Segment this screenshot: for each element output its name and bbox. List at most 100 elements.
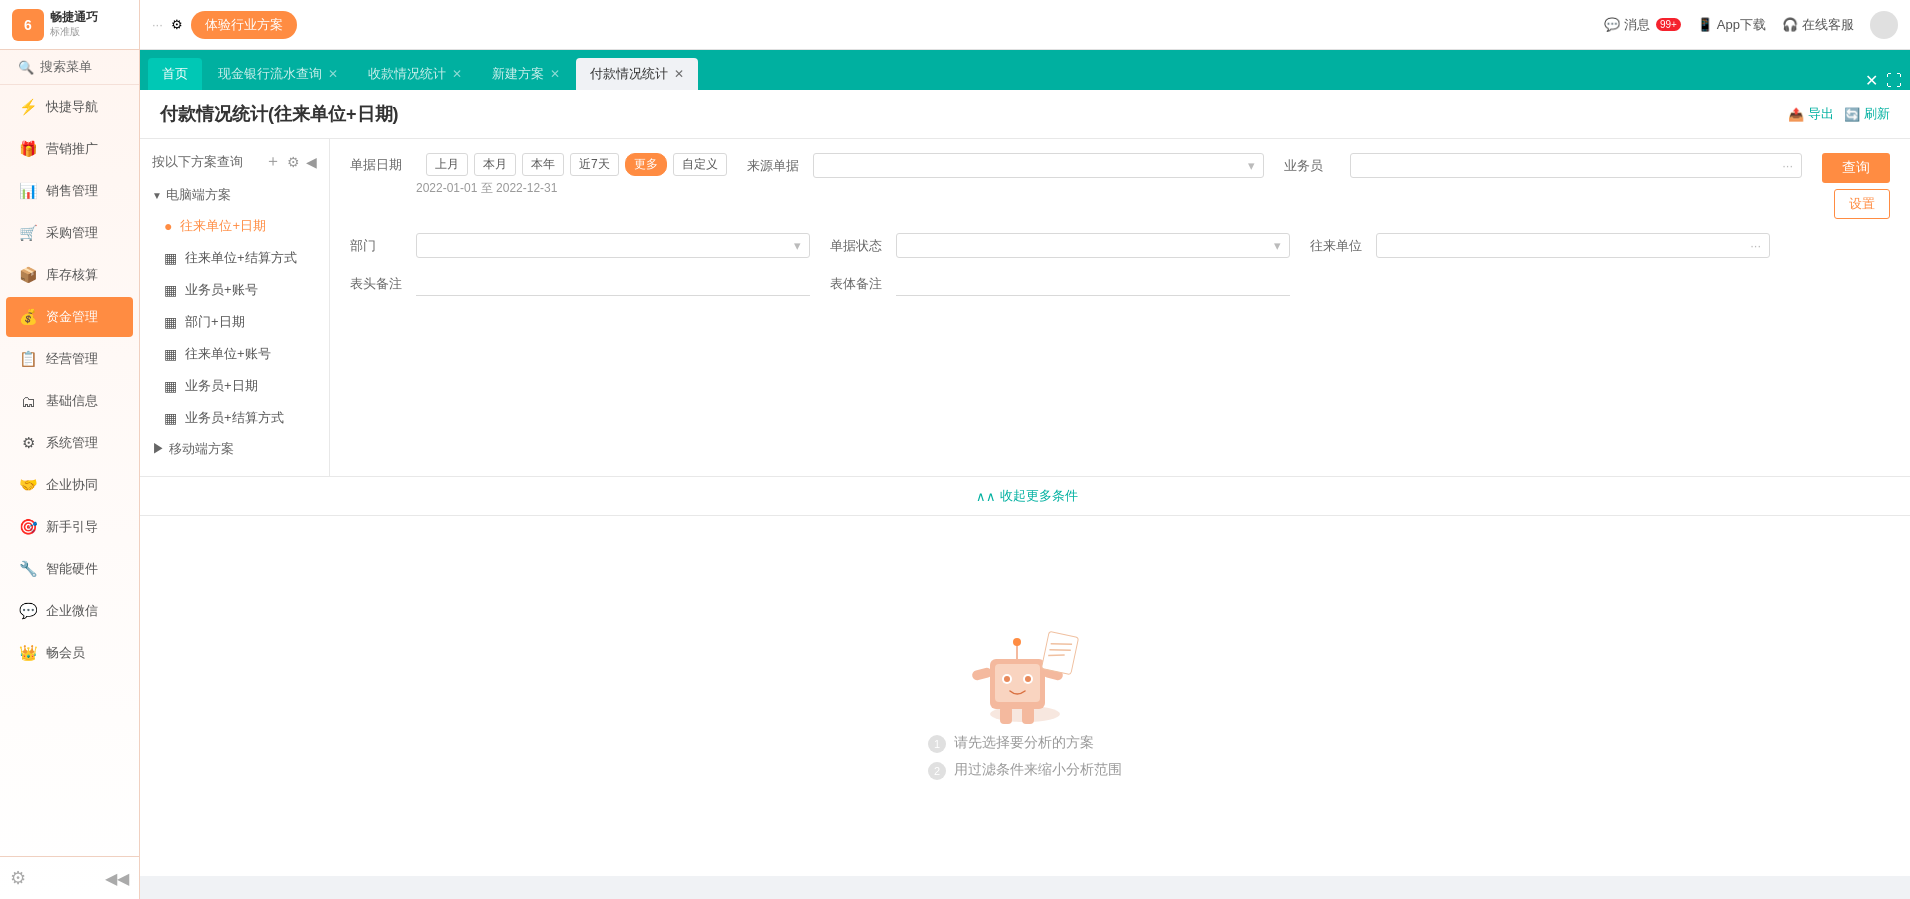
add-scheme-btn[interactable]: ＋ [265,151,281,172]
filter-actions: 查询 设置 [1822,153,1890,219]
table-body-note-input[interactable] [896,272,1290,296]
sidebar-item-inventory[interactable]: 📦库存核算 [6,255,133,295]
sidebar-item-hardware[interactable]: 🔧智能硬件 [6,549,133,589]
bill-status-select[interactable]: ▾ [896,233,1290,258]
svg-rect-11 [1000,706,1012,724]
close-all-tab-btn[interactable]: ✕ [1865,71,1878,90]
scheme-item-staff-date[interactable]: ▦业务员+日期 [140,370,329,402]
collapse-bar[interactable]: ∧∧ 收起更多条件 [140,477,1910,516]
dept-select[interactable]: ▾ [416,233,810,258]
last-month-btn[interactable]: 上月 [426,153,468,176]
sidebar-label-purchase: 采购管理 [46,224,98,242]
this-month-btn[interactable]: 本月 [474,153,516,176]
tab-home[interactable]: 首页 [148,58,202,90]
sidebar-icon-quick-nav: ⚡ [18,97,38,117]
sidebar-icon-enterprise: 🤝 [18,475,38,495]
custom-btn[interactable]: 自定义 [673,153,727,176]
logo-sub: 标准版 [50,25,98,39]
last7days-btn[interactable]: 近7天 [570,153,619,176]
scheme-item-unit-date[interactable]: ●往来单位+日期 [140,210,329,242]
related-unit-label: 往来单位 [1310,237,1366,255]
page-header: 付款情况统计(往来单位+日期) 📤 导出 🔄 刷新 [140,90,1910,139]
bill-status-arrow: ▾ [1274,238,1281,253]
scheme-item-staff-settle[interactable]: ▦业务员+结算方式 [140,402,329,434]
scheme-item-staff-account[interactable]: ▦业务员+账号 [140,274,329,306]
sidebar-item-system[interactable]: ⚙系统管理 [6,423,133,463]
tab-close-bank-flow[interactable]: ✕ [328,67,338,81]
source-bill-label: 来源单据 [747,157,803,175]
tabbar: 首页现金银行流水查询✕收款情况统计✕新建方案✕付款情况统计✕ ✕ ⛶ [140,50,1910,90]
sidebar-item-basic-info[interactable]: 🗂基础信息 [6,381,133,421]
expand-tab-btn[interactable]: ⛶ [1886,72,1902,90]
refresh-btn[interactable]: 🔄 刷新 [1844,105,1890,123]
sidebar-item-finance[interactable]: 💰资金管理 [6,297,133,337]
sidebar-item-marketing[interactable]: 🎁 营销推广 [6,129,133,169]
dept-arrow: ▾ [794,238,801,253]
messages-btn[interactable]: 💬 消息 99+ [1604,16,1681,34]
settings-gear[interactable]: ⚙ [171,17,183,32]
sidebar-item-quick-nav[interactable]: ⚡快捷导航 [6,87,133,127]
source-bill-select[interactable]: ▾ [813,153,1265,178]
tab-payment-stat[interactable]: 收款情况统计 ✕ [354,58,476,90]
topbar-left: ··· ⚙ 体验行业方案 [152,11,297,39]
sidebar-item-purchase[interactable]: 🛒 采购管理 [6,213,133,253]
sidebar-icon-purchase: 🛒 [18,223,38,243]
tip1-num: 1 [928,735,946,753]
more-btn[interactable]: 更多 [625,153,667,176]
sidebar-logo: 6 畅捷通巧 标准版 [0,0,139,50]
trial-button[interactable]: 体验行业方案 [191,11,297,39]
sidebar-icon-inventory: 📦 [18,265,38,285]
sidebar-item-wechat[interactable]: 💬企业微信 [6,591,133,631]
sidebar-item-member[interactable]: 👑畅会员 [6,633,133,673]
staff-select[interactable]: ··· [1350,153,1802,178]
tab-new-scheme[interactable]: 新建方案 ✕ [478,58,574,90]
settings-icon[interactable]: ⚙ [10,867,26,889]
logo-icon: 6 [12,9,44,41]
user-avatar[interactable] [1870,11,1898,39]
tab-close-payout-stat[interactable]: ✕ [674,67,684,81]
empty-tips: 1 请先选择要分析的方案 2 用过滤条件来缩小分析范围 [928,734,1122,788]
staff-arrow: ··· [1782,158,1793,173]
related-unit-select[interactable]: ··· [1376,233,1770,258]
sidebar-search[interactable]: 🔍 搜索菜单 [0,50,139,85]
page-actions: 📤 导出 🔄 刷新 [1788,105,1890,123]
sidebar-label-basic-info: 基础信息 [46,392,98,410]
desktop-scheme-group[interactable]: ▼ 电脑端方案 [140,180,329,210]
message-icon: 💬 [1604,17,1620,32]
scheme-label-unit-settle: 往来单位+结算方式 [185,249,297,267]
tab-bank-flow[interactable]: 现金银行流水查询 ✕ [204,58,352,90]
svg-rect-13 [1041,631,1078,674]
page-title: 付款情况统计(往来单位+日期) [160,102,399,126]
scheme-item-dept-date[interactable]: ▦部门+日期 [140,306,329,338]
tab-close-new-scheme[interactable]: ✕ [550,67,560,81]
sidebar-item-enterprise[interactable]: 🤝企业协同 [6,465,133,505]
sidebar-item-operation[interactable]: 📋经营管理 [6,339,133,379]
this-year-btn[interactable]: 本年 [522,153,564,176]
mobile-scheme-group[interactable]: ▶ 移动端方案 [140,434,329,464]
online-service-btn[interactable]: 🎧 在线客服 [1782,16,1854,34]
tab-payout-stat[interactable]: 付款情况统计✕ [576,58,698,90]
sidebar-icon-wechat: 💬 [18,601,38,621]
sidebar-item-guide[interactable]: 🎯新手引导 [6,507,133,547]
query-btn[interactable]: 查询 [1822,153,1890,183]
app-download-btn[interactable]: 📱 App下载 [1697,16,1766,34]
sidebar-label-marketing: 营销推广 [46,140,98,158]
tab-label-payment-stat: 收款情况统计 [368,65,446,83]
export-btn[interactable]: 📤 导出 [1788,105,1834,123]
setting-btn[interactable]: 设置 [1834,189,1890,219]
table-header-note-input[interactable] [416,272,810,296]
collapse-scheme-btn[interactable]: ◀ [306,154,317,170]
app-download-label: App下载 [1717,16,1766,34]
tab-label-bank-flow: 现金银行流水查询 [218,65,322,83]
collapse-icon[interactable]: ◀◀ [105,869,129,888]
scheme-item-unit-settle[interactable]: ▦往来单位+结算方式 [140,242,329,274]
scheme-settings-btn[interactable]: ⚙ [287,154,300,170]
tab-close-payment-stat[interactable]: ✕ [452,67,462,81]
scheme-item-unit-account[interactable]: ▦往来单位+账号 [140,338,329,370]
scheme-sidebar: 按以下方案查询 ＋ ⚙ ◀ ▼ 电脑端方案 ●往来单位+日期▦往来单位+结算方式… [140,139,330,476]
staff-label: 业务员 [1284,157,1340,175]
refresh-label: 刷新 [1864,105,1890,123]
sidebar-icon-marketing: 🎁 [18,139,38,159]
sidebar-item-sales[interactable]: 📊销售管理 [6,171,133,211]
tab-label-new-scheme: 新建方案 [492,65,544,83]
